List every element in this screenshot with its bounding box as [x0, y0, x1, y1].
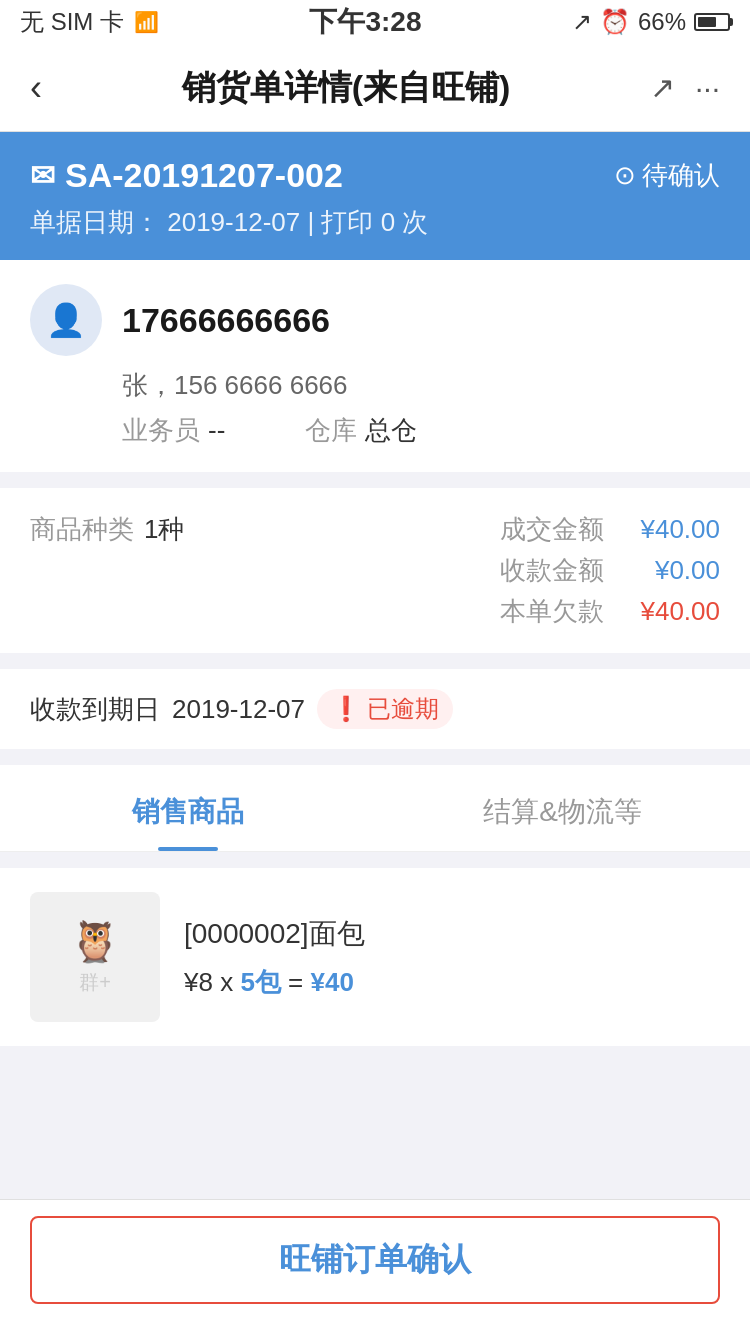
product-section: 🦉 群+ [0000002]面包 ¥8 x 5包 = ¥40: [0, 868, 750, 1046]
amount-row: 成交金额 ¥40.00: [500, 512, 720, 547]
more-icon[interactable]: ···: [695, 71, 720, 105]
salesperson-label: 业务员: [122, 413, 200, 448]
warehouse-label: 仓库: [305, 413, 357, 448]
received-value: ¥0.00: [620, 555, 720, 586]
order-header-card: ✉ SA-20191207-002 ⊙ 待确认 单据日期： 2019-12-07…: [0, 132, 750, 260]
product-type-label: 商品种类: [30, 512, 134, 547]
product-type-value: 1种: [144, 512, 184, 547]
order-meta: 单据日期： 2019-12-07 | 打印 0 次: [30, 205, 720, 240]
multiply-sign: x: [220, 967, 240, 997]
nav-right: ↗ ···: [650, 70, 720, 105]
warehouse-value: 总仓: [365, 413, 417, 448]
carrier-label: 无 SIM 卡: [20, 6, 124, 38]
battery-icon: [694, 13, 730, 31]
status-text: 待确认: [642, 158, 720, 193]
bottom-bar: 旺铺订单确认: [0, 1199, 750, 1334]
print-info: | 打印 0 次: [307, 207, 428, 237]
product-qty: 5包: [240, 967, 280, 997]
summary-section: 商品种类 1种 成交金额 ¥40.00 收款金额 ¥0.00 本单欠款 ¥40.…: [0, 488, 750, 653]
status-bar: 无 SIM 卡 📶 下午3:28 ↗ ⏰ 66%: [0, 0, 750, 44]
equals-sign: =: [288, 967, 310, 997]
overdue-badge: ❗ 已逾期: [317, 689, 453, 729]
owed-value: ¥40.00: [620, 596, 720, 627]
header-top: ✉ SA-20191207-002 ⊙ 待确认: [30, 156, 720, 195]
order-id: ✉ SA-20191207-002: [30, 156, 343, 195]
amount-value: ¥40.00: [620, 514, 720, 545]
date-label: 单据日期：: [30, 207, 160, 237]
salesperson-value: --: [208, 415, 225, 446]
owed-label: 本单欠款: [500, 594, 604, 629]
avatar: 👤: [30, 284, 102, 356]
owed-row: 本单欠款 ¥40.00: [500, 594, 720, 629]
customer-phone: 17666666666: [122, 301, 330, 340]
status-right: ↗ ⏰ 66%: [572, 8, 730, 36]
product-name: [0000002]面包: [184, 915, 720, 953]
customer-fields: 业务员 -- 仓库 总仓: [30, 413, 720, 448]
nav-left: ‹: [30, 67, 42, 109]
wifi-icon: 📶: [134, 10, 159, 34]
order-id-text: SA-20191207-002: [65, 156, 343, 195]
export-icon[interactable]: ↗: [650, 70, 675, 105]
received-label: 收款金额: [500, 553, 604, 588]
order-date: 2019-12-07: [167, 207, 300, 237]
status-badge: ⊙ 待确认: [614, 158, 720, 193]
battery-label: 66%: [638, 8, 686, 36]
overdue-text: 已逾期: [367, 693, 439, 725]
due-label: 收款到期日: [30, 692, 160, 727]
product-price: ¥8 x 5包 = ¥40: [184, 965, 720, 1000]
amount-label: 成交金额: [500, 512, 604, 547]
time-label: 下午3:28: [309, 3, 421, 41]
alarm-icon: ⏰: [600, 8, 630, 36]
brand-text: 群+: [79, 969, 111, 996]
tab-settlement[interactable]: 结算&物流等: [375, 765, 750, 851]
nav-bar: ‹ 销货单详情(来自旺铺) ↗ ···: [0, 44, 750, 132]
tabs-section: 销售商品 结算&物流等: [0, 765, 750, 852]
received-row: 收款金额 ¥0.00: [500, 553, 720, 588]
page-title: 销货单详情(来自旺铺): [182, 65, 511, 111]
status-left: 无 SIM 卡 📶: [20, 6, 159, 38]
status-clock-icon: ⊙: [614, 160, 636, 191]
due-section: 收款到期日 2019-12-07 ❗ 已逾期: [0, 669, 750, 749]
customer-top: 👤 17666666666: [30, 284, 720, 356]
product-info: [0000002]面包 ¥8 x 5包 = ¥40: [184, 915, 720, 1000]
back-button[interactable]: ‹: [30, 67, 42, 109]
customer-name-phone: 张，156 6666 6666: [30, 368, 720, 403]
confirm-button[interactable]: 旺铺订单确认: [30, 1216, 720, 1304]
location-icon: ↗: [572, 8, 592, 36]
product-unit-price: ¥8: [184, 967, 213, 997]
summary-right: 成交金额 ¥40.00 收款金额 ¥0.00 本单欠款 ¥40.00: [500, 512, 720, 629]
overdue-icon: ❗: [331, 695, 361, 723]
product-total: ¥40: [311, 967, 354, 997]
order-icon: ✉: [30, 158, 55, 193]
avatar-icon: 👤: [46, 301, 86, 339]
customer-section: 👤 17666666666 张，156 6666 6666 业务员 -- 仓库 …: [0, 260, 750, 472]
due-date: 2019-12-07: [172, 694, 305, 725]
summary-left: 商品种类 1种: [30, 512, 500, 547]
product-thumb-owl: 🦉: [70, 918, 120, 965]
product-thumbnail: 🦉 群+: [30, 892, 160, 1022]
tab-sales[interactable]: 销售商品: [0, 765, 375, 851]
